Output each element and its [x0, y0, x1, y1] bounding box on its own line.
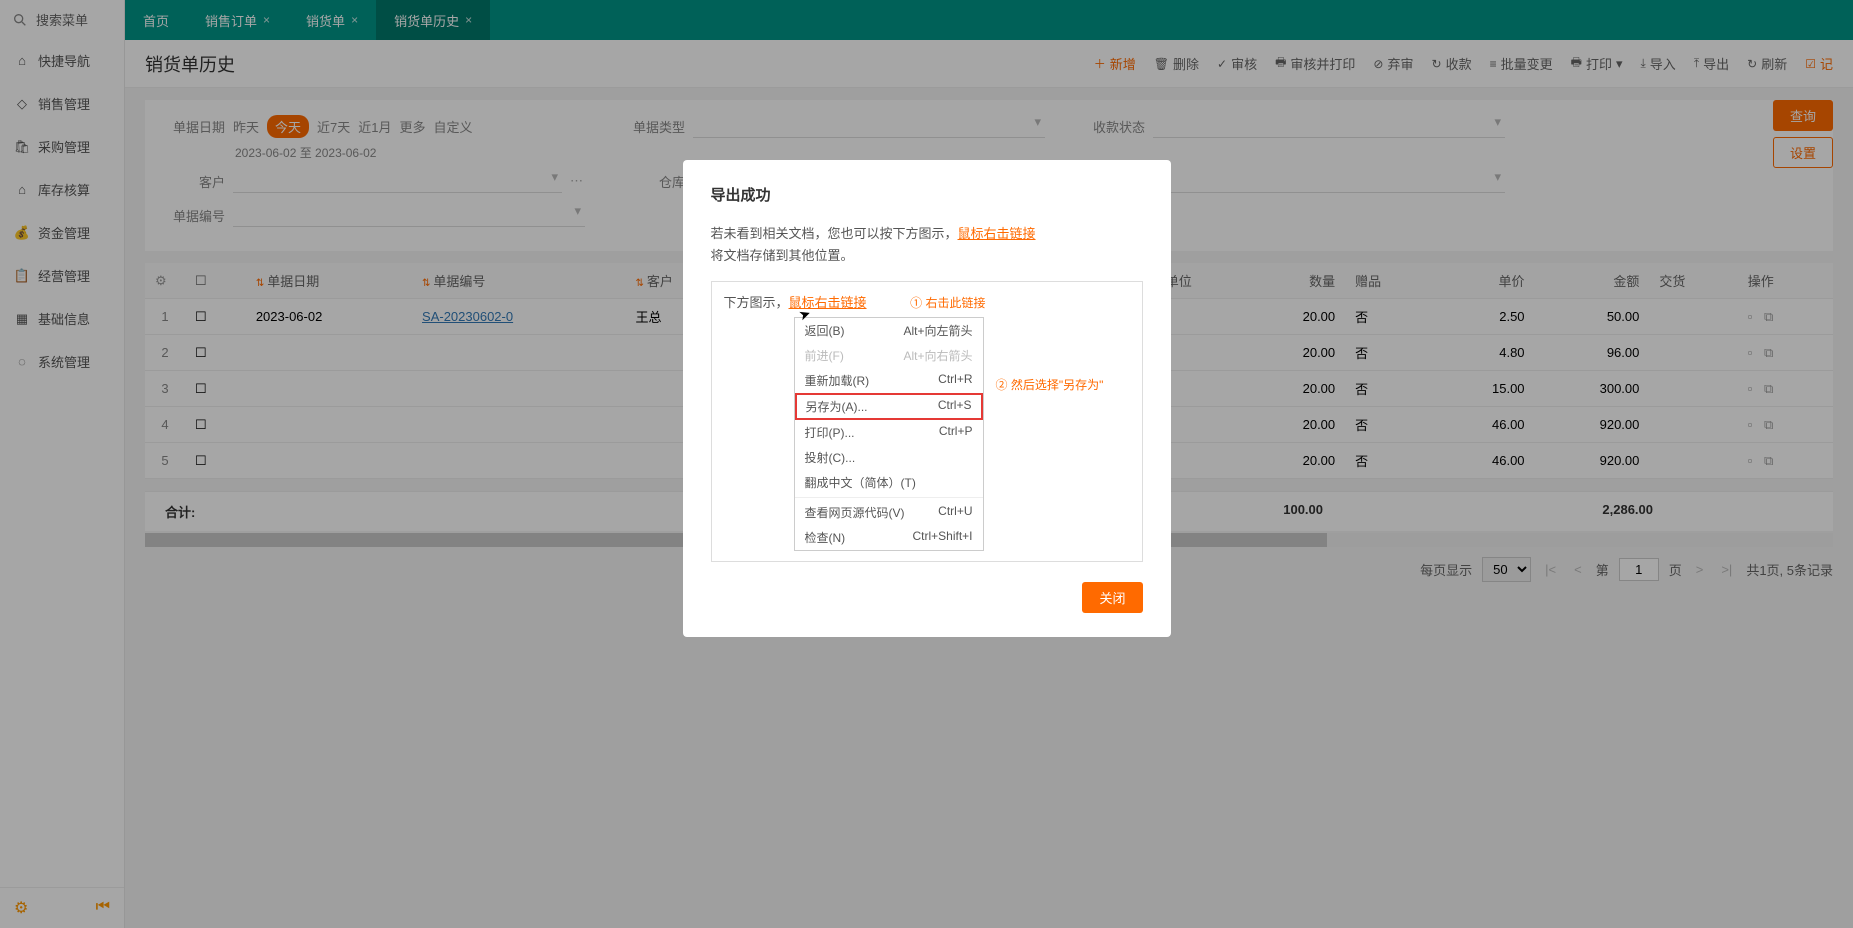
modal-overlay[interactable]: 导出成功 若未看到相关文档，您也可以按下方图示，鼠标右击链接 将文档存储到其他位… [0, 0, 1853, 928]
help-illustration: 下方图示，鼠标右击链接 ➤ ① 右击此链接 返回(B)Alt+向左箭头前进(F)… [711, 281, 1143, 562]
export-success-modal: 导出成功 若未看到相关文档，您也可以按下方图示，鼠标右击链接 将文档存储到其他位… [683, 160, 1171, 637]
ctx-item: 翻成中文（简体）(T) [795, 470, 983, 495]
ctx-item: 投射(C)... [795, 445, 983, 470]
ctx-item: 打印(P)...Ctrl+P [795, 420, 983, 445]
ctx-item: 返回(B)Alt+向左箭头 [795, 318, 983, 343]
close-button[interactable]: 关闭 [1082, 582, 1142, 613]
note-2: ② 然后选择"另存为" [996, 376, 1104, 393]
ctx-item: 查看网页源代码(V)Ctrl+U [795, 500, 983, 525]
right-click-link[interactable]: 鼠标右击链接 [958, 226, 1036, 241]
ctx-item: 另存为(A)...Ctrl+S [795, 393, 983, 420]
ctx-item: 检查(N)Ctrl+Shift+I [795, 525, 983, 550]
modal-title: 导出成功 [711, 184, 1143, 205]
ctx-item: 重新加载(R)Ctrl+R [795, 368, 983, 393]
modal-text: 若未看到相关文档，您也可以按下方图示，鼠标右击链接 将文档存储到其他位置。 [711, 223, 1143, 267]
ctx-item: 前进(F)Alt+向右箭头 [795, 343, 983, 368]
note-1: ① 右击此链接 [910, 296, 985, 310]
context-menu-illustration: 返回(B)Alt+向左箭头前进(F)Alt+向右箭头重新加载(R)Ctrl+R另… [794, 317, 984, 551]
